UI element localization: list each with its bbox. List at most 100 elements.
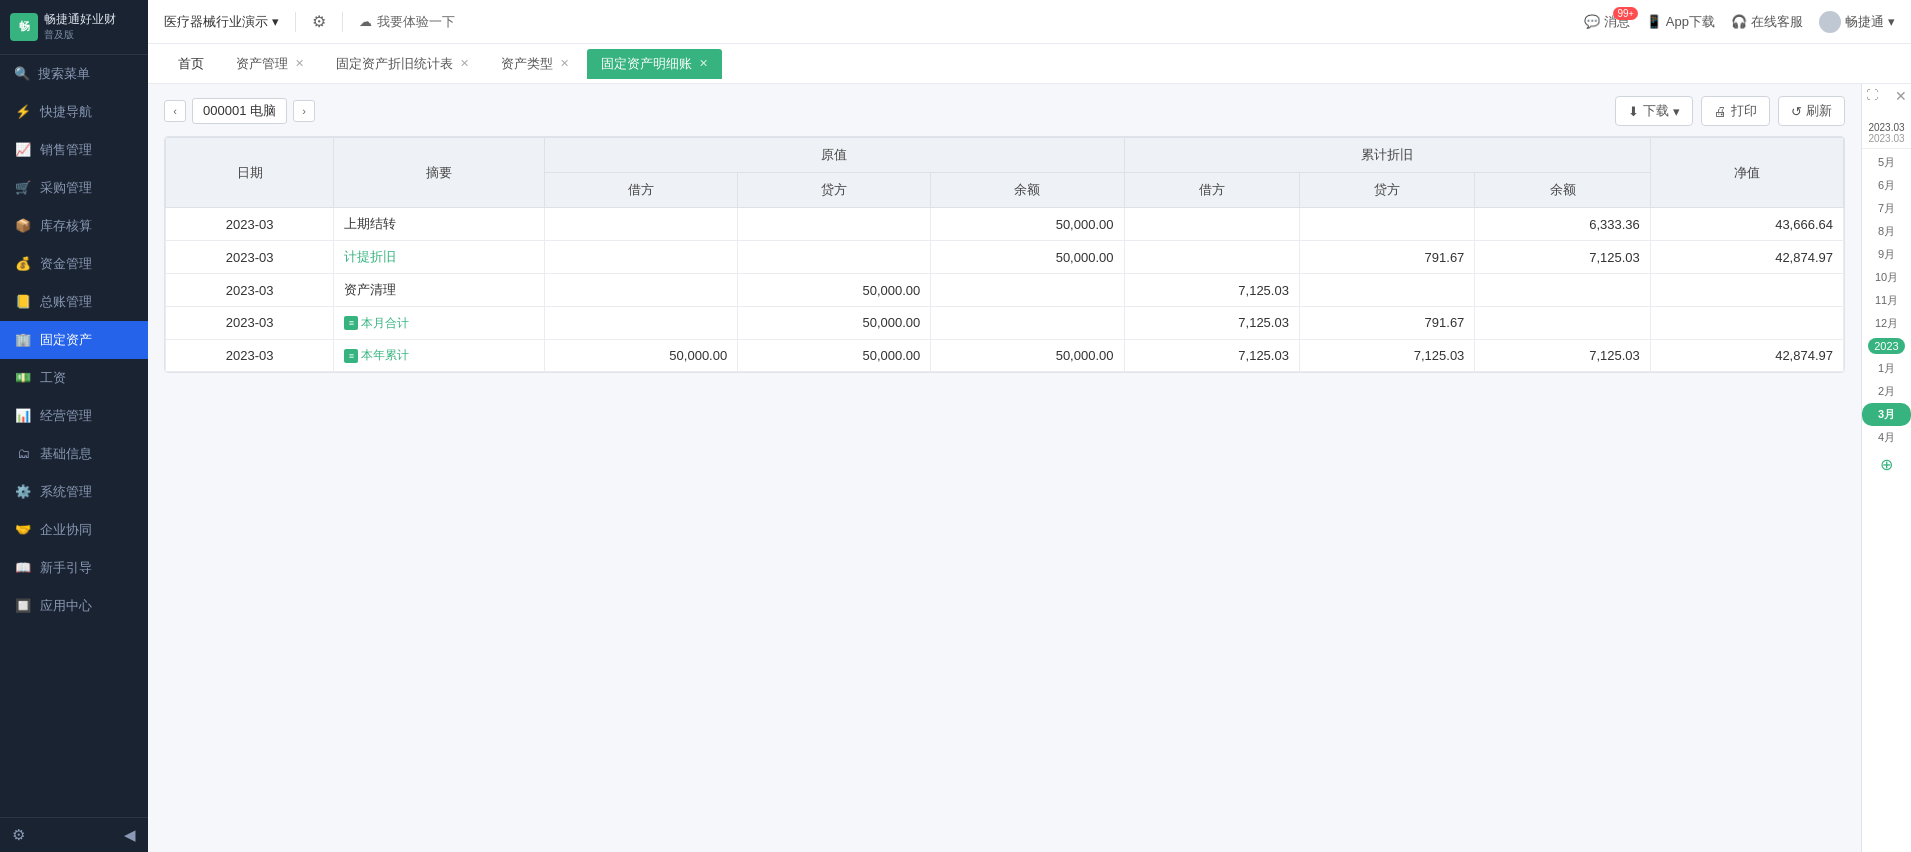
col-accum-credit: 贷方 — [1299, 173, 1474, 208]
refresh-btn[interactable]: ↺ 刷新 — [1778, 96, 1845, 126]
rp-months-before: 5月 6月 7月 8月 9月 10月 11月 12月 2023 1月 2月 3月… — [1862, 149, 1911, 451]
sidebar-logo: 畅 畅捷通好业财 普及版 — [0, 0, 148, 55]
sidebar-item-ledger[interactable]: 📒 总账管理 — [0, 283, 148, 321]
cell-accum-debit: 7,125.03 — [1124, 307, 1299, 340]
message-icon: 💬 — [1584, 14, 1600, 29]
sidebar-nav: ⚡ 快捷导航 📈 销售管理 🛒 采购管理 📦 库存核算 💰 资金管理 📒 总账管… — [0, 93, 148, 817]
rp-month-3[interactable]: 3月 — [1862, 403, 1911, 426]
rp-month-12[interactable]: 12月 — [1862, 312, 1911, 335]
next-asset-btn[interactable]: › — [293, 100, 315, 122]
sidebar-item-purchase[interactable]: 🛒 采购管理 — [0, 169, 148, 207]
cell-net-value — [1650, 307, 1843, 340]
company-selector[interactable]: 医疗器械行业演示 ▾ — [164, 13, 279, 31]
topbar-settings-icon[interactable]: ⚙ — [312, 12, 326, 31]
finance-icon: 💰 — [14, 255, 32, 273]
topbar-right: 💬 消息 99+ 📱 App下载 🎧 在线客服 畅捷通 ▾ — [1584, 11, 1895, 33]
cell-orig-debit — [545, 274, 738, 307]
rp-month-4[interactable]: 4月 — [1862, 426, 1911, 449]
collab-icon: 🤝 — [14, 521, 32, 539]
collapse-icon[interactable]: ◀ — [124, 826, 136, 844]
sidebar-search[interactable]: 🔍 搜索菜单 — [0, 55, 148, 93]
sidebar-item-guide[interactable]: 📖 新手引导 — [0, 549, 148, 587]
rp-month-11[interactable]: 11月 — [1862, 289, 1911, 312]
print-btn[interactable]: 🖨 打印 — [1701, 96, 1770, 126]
sidebar-item-operation[interactable]: 📊 经营管理 — [0, 397, 148, 435]
cell-memo: ≡ 本月合计 — [334, 307, 545, 340]
cell-accum-balance: 7,125.03 — [1475, 339, 1650, 372]
salary-icon: 💵 — [14, 369, 32, 387]
col-accum-balance: 余额 — [1475, 173, 1650, 208]
sidebar-item-finance[interactable]: 💰 资金管理 — [0, 245, 148, 283]
download-btn[interactable]: ⬇ 下载 ▾ — [1615, 96, 1693, 126]
rp-scroll-down[interactable]: ⊕ — [1880, 455, 1893, 474]
cell-accum-debit — [1124, 241, 1299, 274]
rp-month-9[interactable]: 9月 — [1862, 243, 1911, 266]
tab-close-asset-ledger[interactable]: ✕ — [699, 57, 708, 70]
rp-month-8[interactable]: 8月 — [1862, 220, 1911, 243]
rp-month-7[interactable]: 7月 — [1862, 197, 1911, 220]
tab-close-asset-type[interactable]: ✕ — [560, 57, 569, 70]
sidebar-item-quicknav[interactable]: ⚡ 快捷导航 — [0, 93, 148, 131]
rp-month-2[interactable]: 2月 — [1862, 380, 1911, 403]
cell-net-value — [1650, 274, 1843, 307]
cell-accum-debit — [1124, 208, 1299, 241]
tab-asset-type[interactable]: 资产类型 ✕ — [487, 49, 583, 79]
tab-close-asset-mgmt[interactable]: ✕ — [295, 57, 304, 70]
sidebar-item-basic[interactable]: 🗂 基础信息 — [0, 435, 148, 473]
sidebar-item-inventory[interactable]: 📦 库存核算 — [0, 207, 148, 245]
sidebar-item-collab[interactable]: 🤝 企业协同 — [0, 511, 148, 549]
sidebar-item-appstore[interactable]: 🔲 应用中心 — [0, 587, 148, 625]
appstore-icon: 🔲 — [14, 597, 32, 615]
sidebar-item-sales[interactable]: 📈 销售管理 — [0, 131, 148, 169]
cell-orig-balance: 50,000.00 — [931, 339, 1124, 372]
asset-nav: ‹ 000001 电脑 › — [164, 98, 315, 124]
search-icon: 🔍 — [14, 66, 30, 81]
cell-orig-balance: 50,000.00 — [931, 208, 1124, 241]
cell-accum-balance: 7,125.03 — [1475, 241, 1650, 274]
fixed-asset-icon: 🏢 — [14, 331, 32, 349]
rp-month-6[interactable]: 6月 — [1862, 174, 1911, 197]
tab-asset-mgmt[interactable]: 资产管理 ✕ — [222, 49, 318, 79]
cloud-icon: ☁ — [359, 14, 372, 29]
rp-year-badge[interactable]: 2023 — [1868, 338, 1904, 354]
cell-date: 2023-03 — [166, 241, 334, 274]
user-dropdown-icon: ▾ — [1888, 14, 1895, 29]
rp-month-10[interactable]: 10月 — [1862, 266, 1911, 289]
cell-accum-balance: 6,333.36 — [1475, 208, 1650, 241]
app-download-btn[interactable]: 📱 App下载 — [1646, 13, 1715, 31]
tab-close-depreciation-stats[interactable]: ✕ — [460, 57, 469, 70]
refresh-icon: ↺ — [1791, 104, 1802, 119]
topbar-divider2 — [342, 12, 343, 32]
tab-home[interactable]: 首页 — [164, 49, 218, 79]
user-menu[interactable]: 畅捷通 ▾ — [1819, 11, 1895, 33]
sidebar-item-salary[interactable]: 💵 工资 — [0, 359, 148, 397]
right-panel-close[interactable]: ✕ — [1895, 88, 1907, 104]
tab-asset-ledger[interactable]: 固定资产明细账 ✕ — [587, 49, 722, 79]
rp-month-1[interactable]: 1月 — [1862, 357, 1911, 380]
download-icon: ⬇ — [1628, 104, 1639, 119]
notifications-btn[interactable]: 💬 消息 99+ — [1584, 13, 1630, 31]
cell-orig-credit: 50,000.00 — [738, 339, 931, 372]
prev-asset-btn[interactable]: ‹ — [164, 100, 186, 122]
mobile-icon: 📱 — [1646, 14, 1662, 29]
col-orig-balance: 余额 — [931, 173, 1124, 208]
sales-icon: 📈 — [14, 141, 32, 159]
experience-btn[interactable]: ☁ 我要体验一下 — [359, 13, 455, 31]
rp-month-5[interactable]: 5月 — [1862, 151, 1911, 174]
sidebar-item-system[interactable]: ⚙️ 系统管理 — [0, 473, 148, 511]
right-panel-expand[interactable]: ⛶ — [1866, 88, 1878, 102]
toolbar-actions: ⬇ 下载 ▾ 🖨 打印 ↺ 刷新 — [1615, 96, 1845, 126]
cell-accum-credit — [1299, 208, 1474, 241]
cell-memo: 计提折旧 — [334, 241, 545, 274]
tabs-bar: 首页 资产管理 ✕ 固定资产折旧统计表 ✕ 资产类型 ✕ 固定资产明细账 ✕ — [148, 44, 1911, 84]
settings-bottom-icon[interactable]: ⚙ — [12, 826, 25, 844]
print-icon: 🖨 — [1714, 104, 1727, 119]
sidebar-item-fixed-asset[interactable]: 🏢 固定资产 — [0, 321, 148, 359]
online-service-btn[interactable]: 🎧 在线客服 — [1731, 13, 1803, 31]
tab-depreciation-stats[interactable]: 固定资产折旧统计表 ✕ — [322, 49, 483, 79]
ledger-icon: 📒 — [14, 293, 32, 311]
cell-accum-credit: 791.67 — [1299, 241, 1474, 274]
asset-ledger-table: 日期 摘要 原值 累计折旧 净值 借方 贷方 余额 借方 贷方 余额 — [164, 136, 1845, 373]
asset-code-display: 000001 电脑 — [192, 98, 287, 124]
cell-accum-balance — [1475, 307, 1650, 340]
